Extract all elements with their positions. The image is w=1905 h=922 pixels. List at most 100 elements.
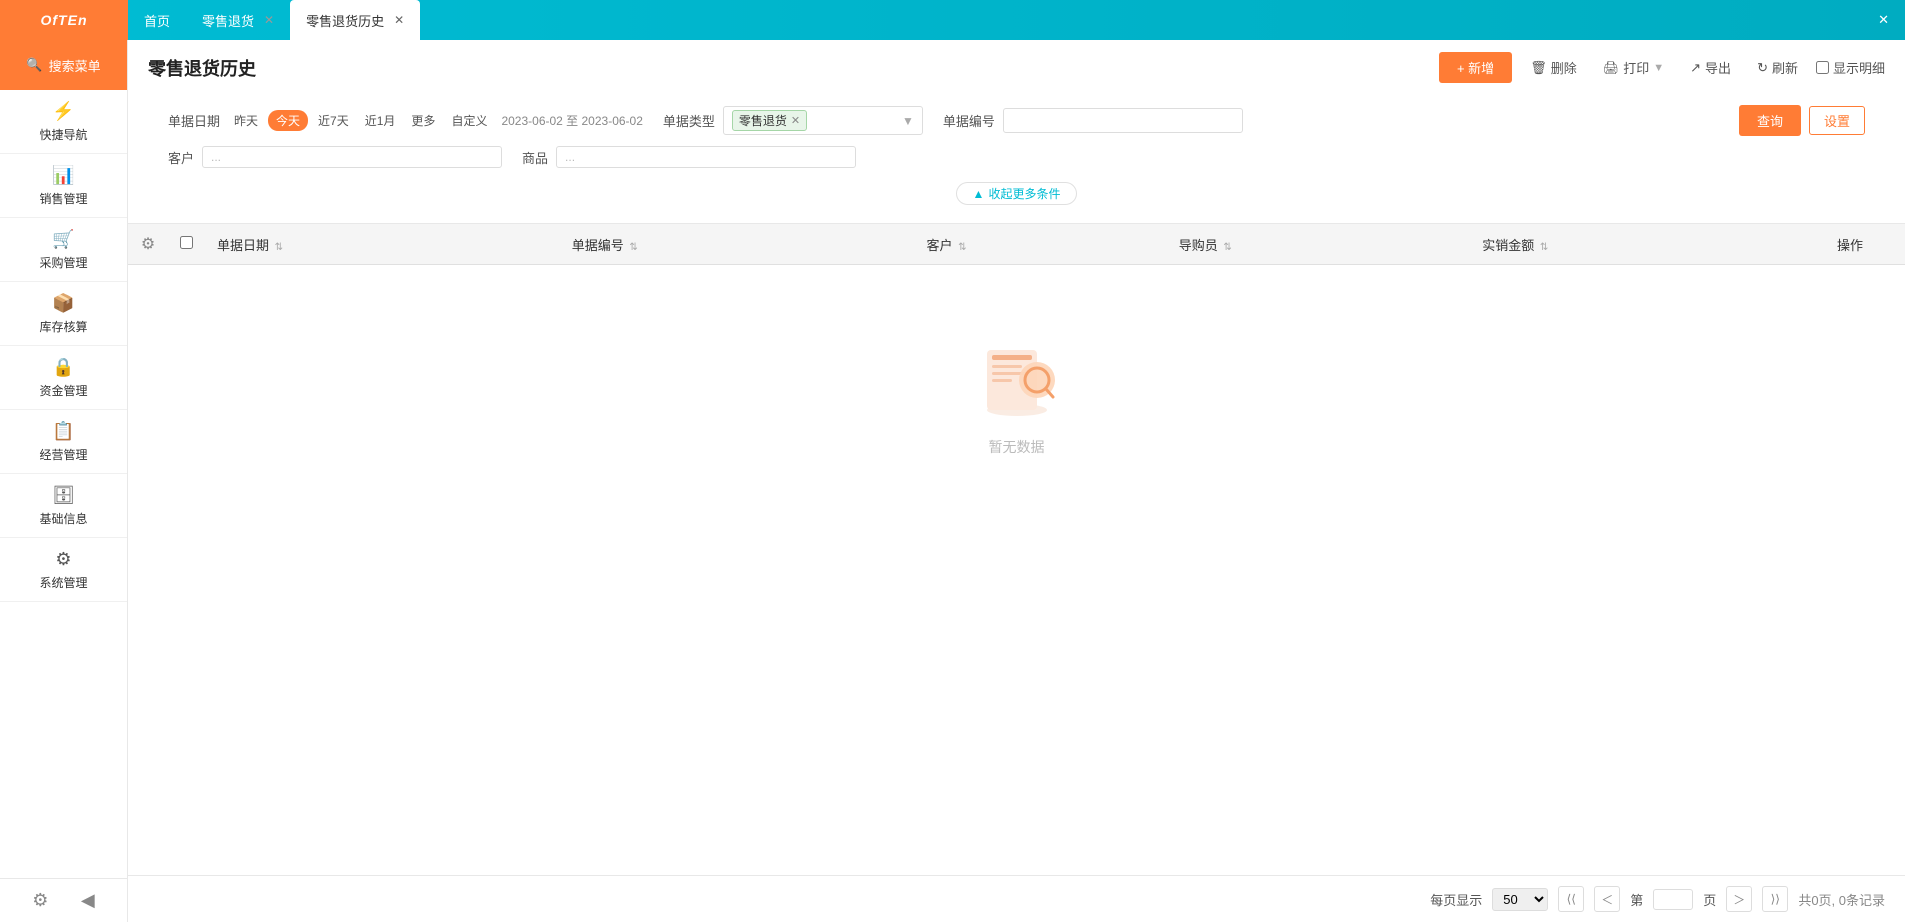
guide-sort-icon[interactable]: ⇅ — [1223, 242, 1231, 253]
main-layout: 🔍 搜索菜单 ⚡ 快捷导航 📊 销售管理 🛒 采购管理 📦 库存核算 🔒 资金管… — [0, 40, 1905, 922]
sidebar-item-purchase-label: 采购管理 — [39, 254, 87, 271]
add-button[interactable]: + 新增 — [1439, 52, 1512, 83]
sidebar-item-basic-label: 基础信息 — [39, 510, 87, 527]
type-select[interactable]: 零售退货 ✕ ▼ — [723, 106, 923, 135]
per-page-select[interactable]: 50 10 20 100 — [1492, 888, 1548, 911]
finance-icon: 🔒 — [53, 356, 75, 378]
page-title-row: 零售退货历史 + 新增 🗑 删除 🖨 打印 ▼ ↗ 导出 — [148, 52, 1885, 83]
goods-select[interactable]: ... — [556, 146, 856, 168]
table-gear-icon[interactable]: ⚙ — [140, 234, 156, 254]
empty-state: 暂无数据 — [128, 265, 1905, 517]
last-page-button[interactable]: ⟩⟩ — [1762, 886, 1788, 912]
sidebar-item-inventory[interactable]: 📦 库存核算 — [0, 282, 127, 346]
sidebar-search[interactable]: 🔍 搜索菜单 — [0, 40, 127, 90]
num-filter-group: 单据编号 — [943, 108, 1243, 133]
tab-retail-return-history-close[interactable]: ✕ — [394, 13, 404, 27]
page-number-input[interactable]: 1 — [1653, 889, 1693, 910]
inventory-icon: 📦 — [53, 292, 75, 314]
empty-text: 暂无数据 — [989, 437, 1045, 457]
sidebar-item-system[interactable]: ⚙ 系统管理 — [0, 538, 127, 602]
customer-sort-icon[interactable]: ⇅ — [958, 242, 966, 253]
settings-bottom-icon[interactable]: ⚙ — [32, 890, 48, 911]
th-num: 单据编号 ⇅ — [560, 224, 915, 265]
quick-nav-icon: ⚡ — [53, 100, 75, 122]
tab-retail-return-label: 零售退货 — [202, 11, 254, 30]
sidebar-item-basic[interactable]: 🗄 基础信息 — [0, 474, 127, 538]
brand-area: OfTEn — [0, 0, 128, 40]
collapse-icon: ▲ — [973, 187, 985, 201]
delete-button[interactable]: 🗑 删除 — [1522, 54, 1585, 81]
top-bar: OfTEn 首页 零售退货 ✕ 零售退货历史 ✕ ✕ — [0, 0, 1905, 40]
page-label: 第 — [1630, 890, 1643, 909]
sidebar-item-sales-label: 销售管理 — [39, 190, 87, 207]
first-page-button[interactable]: ⟨⟨ — [1558, 886, 1584, 912]
search-icon: 🔍 — [26, 57, 42, 73]
date-options: 昨天 今天 近7天 近1月 更多 自定义 — [228, 110, 493, 131]
next-page-button[interactable]: ＞ — [1726, 886, 1752, 912]
date-opt-custom[interactable]: 自定义 — [445, 110, 493, 131]
tab-retail-return-history[interactable]: 零售退货历史 ✕ — [290, 0, 420, 40]
sidebar-item-finance[interactable]: 🔒 资金管理 — [0, 346, 127, 410]
sidebar-item-inventory-label: 库存核算 — [39, 318, 87, 335]
type-tag-close[interactable]: ✕ — [791, 114, 800, 127]
pagination-bar: 每页显示 50 10 20 100 ⟨⟨ ＜ 第 1 页 ＞ ⟩⟩ 共0页, 0… — [128, 875, 1905, 922]
sidebar-item-quick-nav[interactable]: ⚡ 快捷导航 — [0, 90, 127, 154]
table-body: 暂无数据 — [128, 265, 1905, 518]
type-tag: 零售退货 ✕ — [732, 110, 807, 131]
print-button[interactable]: 🖨 打印 ▼ — [1595, 54, 1672, 81]
sidebar-item-purchase[interactable]: 🛒 采购管理 — [0, 218, 127, 282]
sidebar: 🔍 搜索菜单 ⚡ 快捷导航 📊 销售管理 🛒 采购管理 📦 库存核算 🔒 资金管… — [0, 40, 128, 922]
goods-filter-label: 商品 — [522, 148, 548, 167]
date-opt-today[interactable]: 今天 — [268, 110, 308, 131]
basic-icon: 🗄 — [53, 484, 75, 506]
page-header: 零售退货历史 + 新增 🗑 删除 🖨 打印 ▼ ↗ 导出 — [128, 40, 1905, 224]
customer-placeholder: ... — [211, 150, 221, 164]
date-opt-1month[interactable]: 近1月 — [359, 110, 402, 131]
data-table: ⚙ 单据日期 ⇅ 单据编号 ⇅ — [128, 224, 1905, 517]
prev-page-button[interactable]: ＜ — [1594, 886, 1620, 912]
top-bar-close[interactable]: ✕ — [1878, 12, 1905, 28]
collapse-sidebar-icon[interactable]: ◀ — [81, 890, 95, 911]
date-opt-yesterday[interactable]: 昨天 — [228, 110, 264, 131]
system-icon: ⚙ — [53, 548, 75, 570]
th-guide: 导购员 ⇅ — [1167, 224, 1471, 265]
sidebar-search-label: 搜索菜单 — [49, 56, 101, 75]
show-detail-checkbox[interactable]: 显示明细 — [1816, 58, 1885, 77]
num-filter-input[interactable] — [1003, 108, 1243, 133]
print-label: 打印 — [1623, 58, 1649, 77]
tab-retail-return[interactable]: 零售退货 ✕ — [186, 0, 290, 40]
sidebar-item-sales[interactable]: 📊 销售管理 — [0, 154, 127, 218]
select-all-checkbox[interactable] — [180, 236, 193, 249]
filter-row-2: 客户 ... 商品 ... — [168, 146, 1865, 168]
collapse-row: ▲ 收起更多条件 — [168, 178, 1865, 213]
query-button[interactable]: 查询 — [1739, 105, 1801, 136]
date-sort-icon[interactable]: ⇅ — [275, 242, 283, 253]
collapse-label: 收起更多条件 — [988, 185, 1060, 202]
th-amount: 实销金额 ⇅ — [1470, 224, 1825, 265]
tab-retail-return-close[interactable]: ✕ — [264, 13, 274, 27]
operation-icon: 📋 — [53, 420, 75, 442]
sidebar-item-quick-nav-label: 快捷导航 — [39, 126, 87, 143]
tab-home[interactable]: 首页 — [128, 0, 186, 40]
tab-retail-return-history-label: 零售退货历史 — [306, 11, 384, 30]
show-detail-input[interactable] — [1816, 61, 1829, 74]
th-settings: ⚙ — [128, 224, 168, 265]
num-sort-icon[interactable]: ⇅ — [629, 242, 637, 253]
amount-sort-icon[interactable]: ⇅ — [1540, 242, 1548, 253]
goods-filter-group: 商品 ... — [522, 146, 856, 168]
date-opt-more[interactable]: 更多 — [405, 110, 441, 131]
customer-filter-label: 客户 — [168, 148, 194, 167]
export-button[interactable]: ↗ 导出 — [1682, 54, 1739, 81]
date-opt-7days[interactable]: 近7天 — [312, 110, 355, 131]
date-range-text: 2023-06-02 至 2023-06-02 — [501, 112, 642, 129]
sidebar-item-system-label: 系统管理 — [39, 574, 87, 591]
set-button[interactable]: 设置 — [1809, 106, 1865, 135]
collapse-button[interactable]: ▲ 收起更多条件 — [956, 182, 1078, 205]
customer-select[interactable]: ... — [202, 146, 502, 168]
filter-area: 单据日期 昨天 今天 近7天 近1月 更多 自定义 2023-06-02 至 2… — [148, 95, 1885, 223]
refresh-button[interactable]: ↻ 刷新 — [1749, 54, 1806, 81]
sidebar-item-operation[interactable]: 📋 经营管理 — [0, 410, 127, 474]
purchase-icon: 🛒 — [53, 228, 75, 250]
export-label: 导出 — [1705, 58, 1731, 77]
sales-icon: 📊 — [53, 164, 75, 186]
